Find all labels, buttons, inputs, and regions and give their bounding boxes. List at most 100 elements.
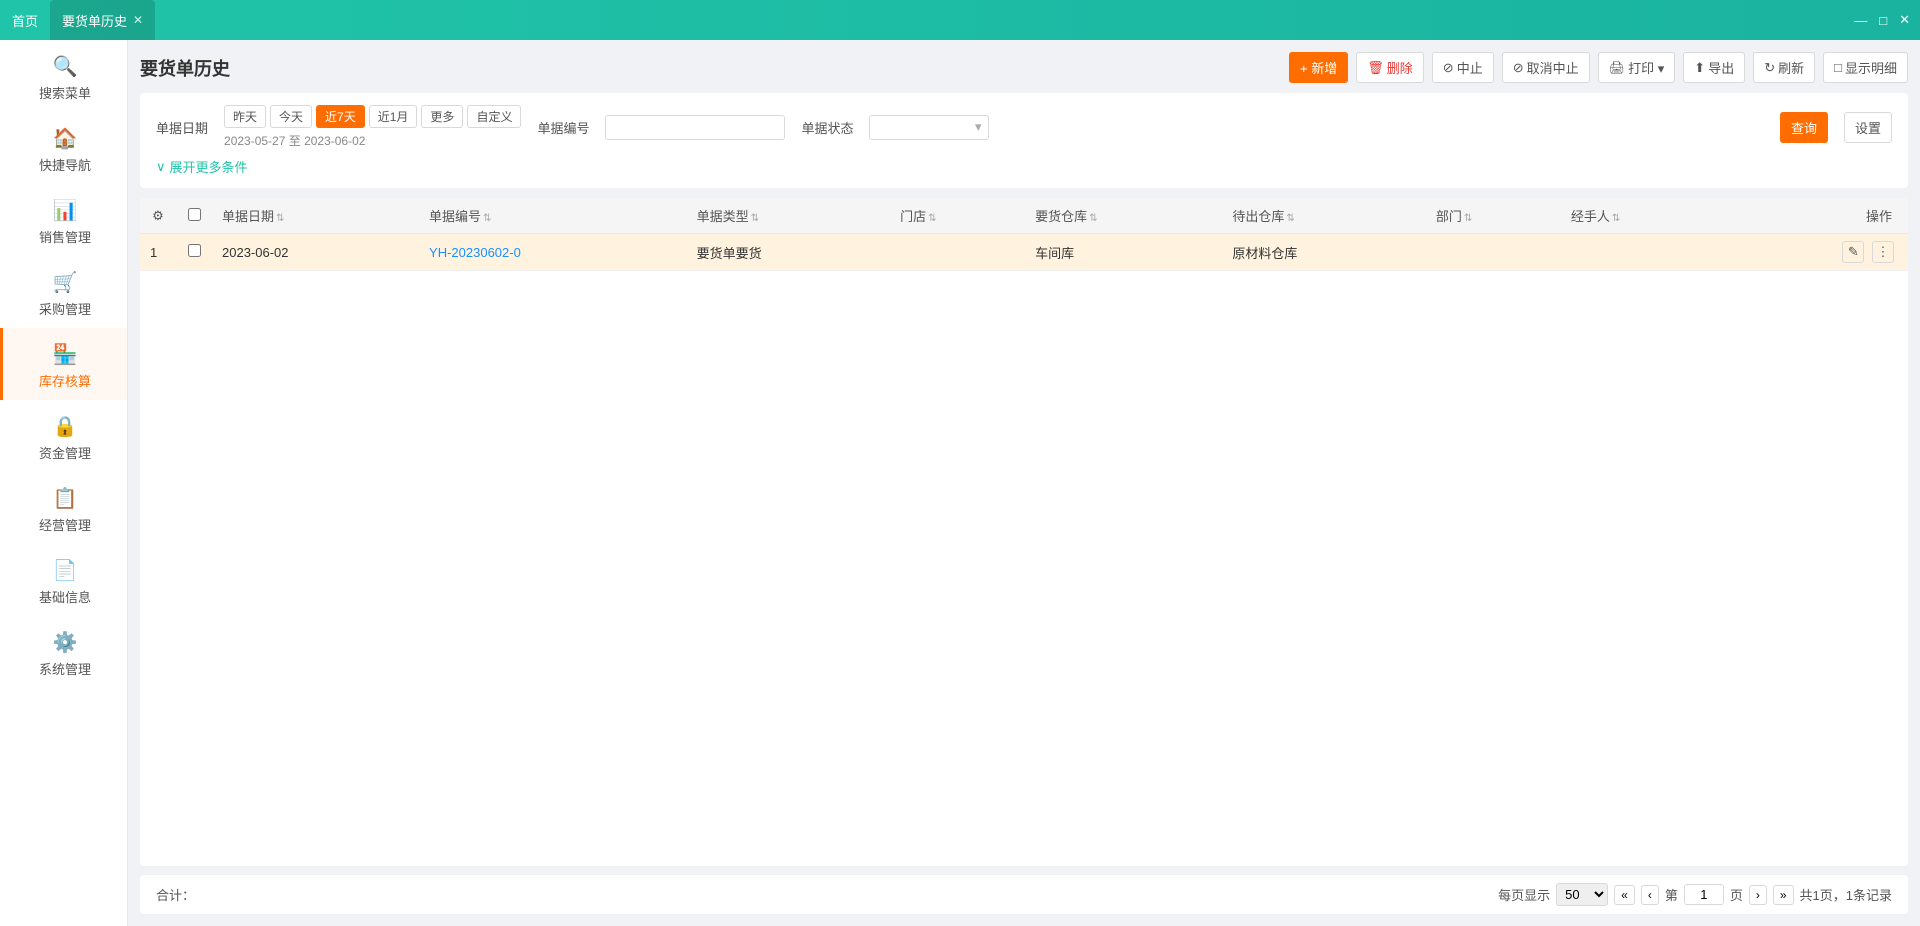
tab-home[interactable]: 首页 <box>0 0 50 40</box>
cancel-stop-button[interactable]: ⊘ 取消中止 <box>1502 52 1590 83</box>
date-btn-more[interactable]: 更多 <box>421 105 463 128</box>
delete-label: 删除 <box>1387 58 1413 77</box>
query-button-label: 查询 <box>1791 118 1817 137</box>
refresh-button[interactable]: ↻ 刷新 <box>1753 52 1815 83</box>
td-store <box>890 234 1025 271</box>
order-no-input[interactable] <box>605 115 785 140</box>
delete-icon: 🗑 <box>1367 60 1384 76</box>
toolbar: + 新增 🗑 删除 ⊘ 中止 ⊘ 取消中止 🖨 打印 ▾ <box>1289 52 1908 83</box>
sidebar-item-system-mgmt[interactable]: ⚙️ 系统管理 <box>0 616 127 688</box>
per-page-label: 每页显示 <box>1498 885 1550 904</box>
next-page-button[interactable]: › <box>1749 885 1767 905</box>
quick-nav-icon: 🏠 <box>53 126 78 151</box>
per-page-select[interactable]: 50 20 100 <box>1556 883 1608 906</box>
date-btn-yesterday[interactable]: 昨天 <box>224 105 266 128</box>
date-btn-custom[interactable]: 自定义 <box>467 105 521 128</box>
sort-type-icon[interactable]: ⇅ <box>751 213 759 224</box>
sort-pendwh-icon[interactable]: ⇅ <box>1286 213 1294 224</box>
cancel-stop-label: 取消中止 <box>1527 58 1579 77</box>
settings-button[interactable]: 设置 <box>1844 112 1892 143</box>
th-settings[interactable]: ⚙ <box>140 198 176 234</box>
page-suffix: 页 <box>1730 885 1743 904</box>
query-button[interactable]: 查询 <box>1780 112 1828 143</box>
export-label: 导出 <box>1708 58 1734 77</box>
delete-button[interactable]: 🗑 删除 <box>1356 52 1424 83</box>
sidebar-item-label: 系统管理 <box>39 659 91 678</box>
date-btn-today[interactable]: 今天 <box>270 105 312 128</box>
expand-more-label: 展开更多条件 <box>170 157 248 176</box>
sort-handler-icon[interactable]: ⇅ <box>1612 213 1620 224</box>
sidebar-item-quick-nav[interactable]: 🏠 快捷导航 <box>0 112 127 184</box>
topbar-right: — □ ✕ <box>1854 12 1910 28</box>
select-all-checkbox[interactable] <box>188 208 201 221</box>
stop-button[interactable]: ⊘ 中止 <box>1432 52 1494 83</box>
td-checkbox[interactable] <box>176 234 212 271</box>
print-label: 打印 ▾ <box>1628 58 1664 77</box>
export-button[interactable]: ⬆ 导出 <box>1683 52 1745 83</box>
sidebar-item-label: 搜索菜单 <box>39 83 91 102</box>
sort-orderno-icon[interactable]: ⇅ <box>483 213 491 224</box>
maximize-button[interactable]: □ <box>1879 13 1887 28</box>
sort-dept-icon[interactable]: ⇅ <box>1464 213 1472 224</box>
status-select-wrapper <box>869 115 989 140</box>
minimize-button[interactable]: — <box>1854 13 1867 28</box>
show-detail-label: 显示明细 <box>1845 58 1897 77</box>
sort-store-icon[interactable]: ⇅ <box>928 213 936 224</box>
prev-page-button[interactable]: ‹ <box>1641 885 1659 905</box>
row-checkbox[interactable] <box>188 244 201 257</box>
sidebar-item-sales-mgmt[interactable]: 📊 销售管理 <box>0 184 127 256</box>
sidebar-item-basic-info[interactable]: 📄 基础信息 <box>0 544 127 616</box>
sidebar-item-label: 采购管理 <box>39 299 91 318</box>
sidebar-item-finance-mgmt[interactable]: 🔒 资金管理 <box>0 400 127 472</box>
sidebar-item-purchase-mgmt[interactable]: 🛒 采购管理 <box>0 256 127 328</box>
sort-reqwh-icon[interactable]: ⇅ <box>1089 213 1097 224</box>
new-button[interactable]: + 新增 <box>1289 52 1348 83</box>
status-label: 单据状态 <box>801 118 853 137</box>
td-date: 2023-06-02 <box>212 234 419 271</box>
basic-info-icon: 📄 <box>53 558 78 583</box>
sidebar-item-label: 基础信息 <box>39 587 91 606</box>
show-detail-button[interactable]: □ 显示明细 <box>1823 52 1908 83</box>
sidebar-item-inventory[interactable]: 🏪 库存核算 <box>0 328 127 400</box>
purchase-icon: 🛒 <box>53 270 78 295</box>
date-btn-7days[interactable]: 近7天 <box>316 105 365 128</box>
refresh-label: 刷新 <box>1778 58 1804 77</box>
th-handler: 经手人⇅ <box>1561 198 1727 234</box>
td-department <box>1426 234 1561 271</box>
row-more-icon[interactable]: ⋮ <box>1872 241 1894 263</box>
page-number-input[interactable] <box>1684 884 1724 905</box>
td-order-type: 要货单要货 <box>687 234 890 271</box>
th-store: 门店⇅ <box>890 198 1025 234</box>
tab-close-icon[interactable]: ✕ <box>133 13 143 27</box>
footer-bar: 合计： 每页显示 50 20 100 « ‹ 第 页 › » 共1页，1条记录 <box>140 874 1908 914</box>
row-edit-icon[interactable]: ✎ <box>1842 241 1864 263</box>
date-btn-1month[interactable]: 近1月 <box>369 105 418 128</box>
sidebar-item-operations-mgmt[interactable]: 📋 经营管理 <box>0 472 127 544</box>
last-page-button[interactable]: » <box>1773 885 1794 905</box>
window-close-button[interactable]: ✕ <box>1899 12 1910 28</box>
system-icon: ⚙️ <box>53 630 78 655</box>
sidebar-item-search-menu[interactable]: 🔍 搜索菜单 <box>0 40 127 112</box>
th-department: 部门⇅ <box>1426 198 1561 234</box>
th-checkbox[interactable] <box>176 198 212 234</box>
td-actions: ✎ ⋮ <box>1727 234 1908 271</box>
order-no-label: 单据编号 <box>537 118 589 137</box>
operations-icon: 📋 <box>53 486 78 511</box>
stop-icon: ⊘ <box>1443 60 1454 76</box>
finance-icon: 🔒 <box>53 414 78 439</box>
status-select[interactable] <box>869 115 989 140</box>
settings-button-label: 设置 <box>1855 118 1881 137</box>
page-label: 第 <box>1665 885 1678 904</box>
filter-row: 单据日期 昨天 今天 近7天 近1月 更多 自定义 2023-05-27 至 2… <box>156 105 1892 149</box>
order-no-link[interactable]: YH-20230602-0 <box>429 245 521 260</box>
first-page-button[interactable]: « <box>1614 885 1635 905</box>
print-button[interactable]: 🖨 打印 ▾ <box>1598 52 1676 83</box>
tab-requisition-history[interactable]: 要货单历史 ✕ <box>50 0 155 40</box>
th-pending-warehouse: 待出仓库⇅ <box>1222 198 1425 234</box>
expand-more-button[interactable]: ∨ 展开更多条件 <box>156 157 1892 176</box>
sidebar-item-label: 资金管理 <box>39 443 91 462</box>
date-filter-label: 单据日期 <box>156 118 208 137</box>
sort-date-icon[interactable]: ⇅ <box>276 213 284 224</box>
table-header-row: ⚙ 单据日期⇅ 单据编号⇅ 单据类型⇅ 门店⇅ 要货仓库⇅ 待出仓库⇅ 部门⇅ … <box>140 198 1908 234</box>
layout: 🔍 搜索菜单 🏠 快捷导航 📊 销售管理 🛒 采购管理 🏪 库存核算 🔒 资金管… <box>0 40 1920 926</box>
